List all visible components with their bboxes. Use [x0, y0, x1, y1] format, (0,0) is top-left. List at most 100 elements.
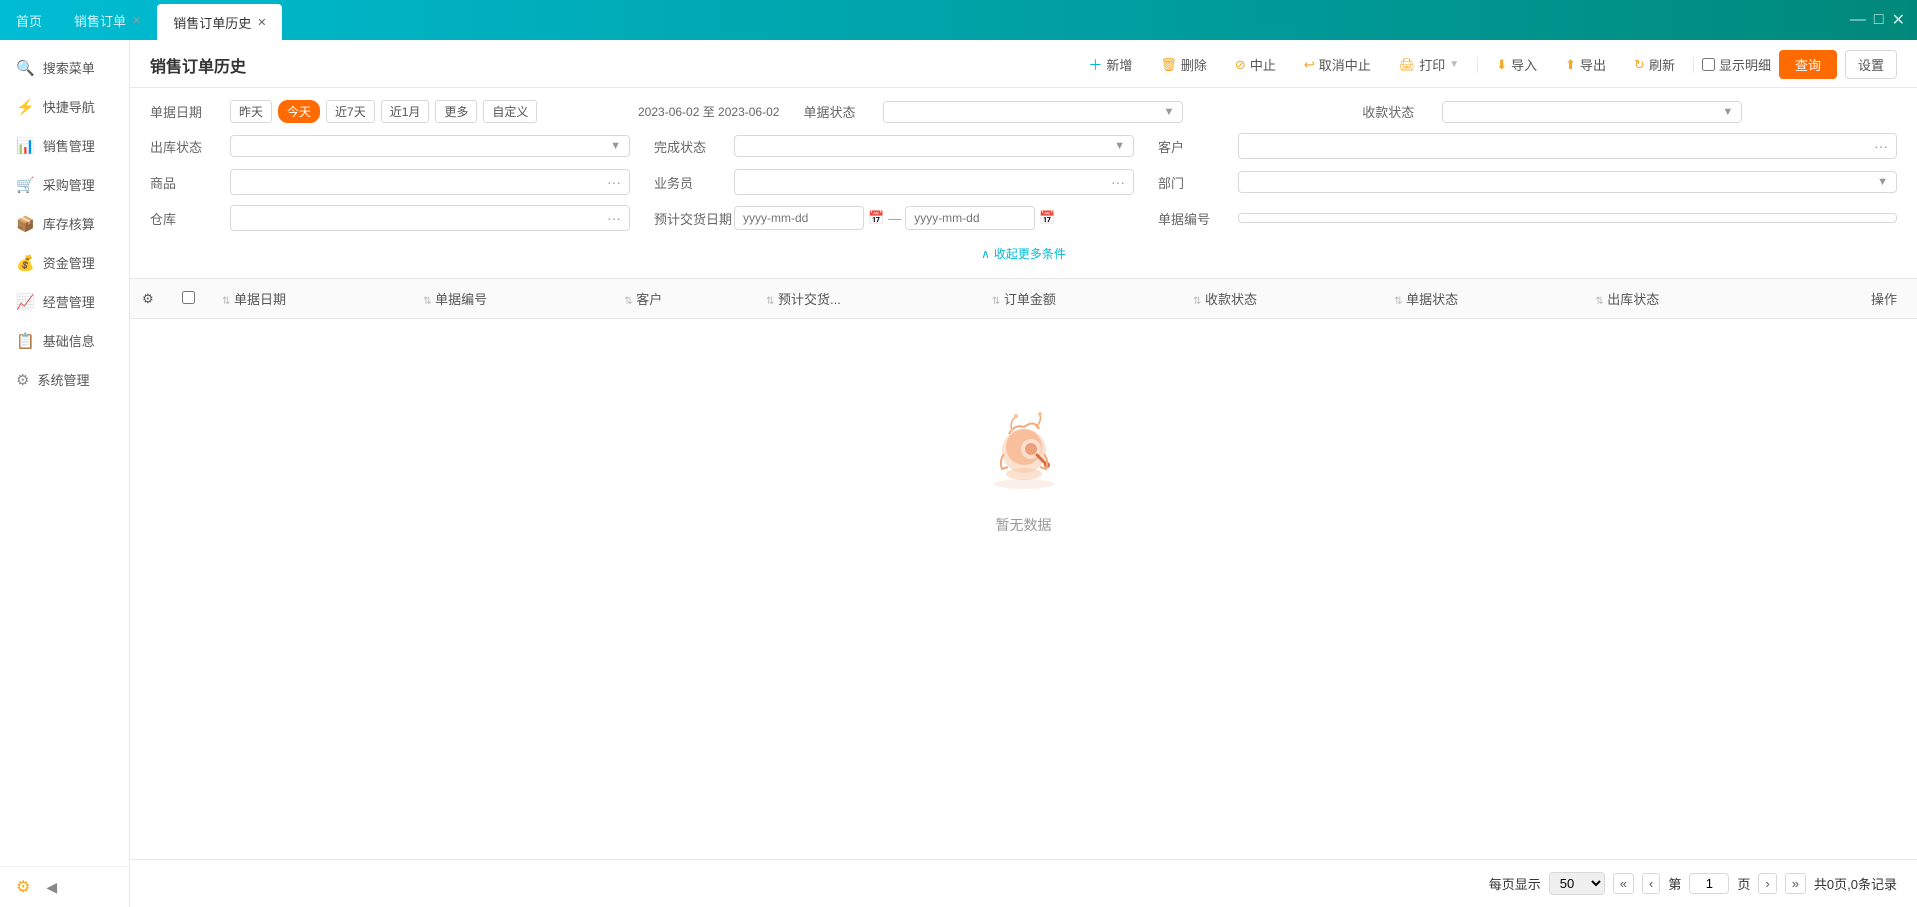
complete-status-select[interactable]: ▼: [734, 135, 1134, 157]
export-button[interactable]: ⬆ 导出: [1555, 51, 1616, 78]
customer-dots-icon: ···: [1874, 138, 1888, 154]
col-check[interactable]: [170, 279, 210, 319]
add-button[interactable]: ＋ 新增: [1078, 51, 1142, 79]
calendar-end-icon[interactable]: 📅: [1039, 210, 1055, 226]
data-table: ⚙ ⇅ 单据日期 ⇅ 单据编号: [130, 279, 1917, 615]
col-order-amount[interactable]: ⇅ 订单金额: [980, 279, 1181, 319]
sidebar-item-basic-info[interactable]: 📋 基础信息: [0, 321, 129, 360]
receipt-status-select[interactable]: ▼: [1442, 101, 1742, 123]
col-customer[interactable]: ⇅ 客户: [612, 279, 754, 319]
out-status-select[interactable]: ▼: [230, 135, 630, 157]
sales-mgmt-icon: 📊: [16, 137, 35, 155]
sidebar-item-operations[interactable]: 📈 经营管理: [0, 282, 129, 321]
sidebar-item-finance[interactable]: 💰 资金管理: [0, 243, 129, 282]
filter-item-date: 单据日期 昨天 今天 近7天 近1月 更多 自定义: [150, 100, 630, 123]
inventory-icon: 📦: [16, 215, 35, 233]
select-all-checkbox[interactable]: [182, 291, 195, 304]
print-chevron-icon: ▼: [1449, 59, 1459, 70]
dept-label: 部门: [1158, 173, 1238, 192]
filter-item-salesperson: 业务员 ···: [654, 169, 1134, 195]
delivery-date-end[interactable]: [905, 206, 1035, 230]
bill-status-select[interactable]: ▼: [883, 101, 1183, 123]
delete-button[interactable]: 🗑 删除: [1150, 51, 1217, 78]
col-action: 操作: [1784, 279, 1917, 319]
sidebar-item-label: 快捷导航: [43, 97, 95, 116]
tab-sales-order[interactable]: 销售订单 ✕: [58, 0, 157, 40]
col-bill-date[interactable]: ⇅ 单据日期: [210, 279, 411, 319]
sidebar-item-system-mgmt[interactable]: ⚙ 系统管理: [0, 360, 129, 399]
collapse-label: 收起更多条件: [994, 245, 1066, 262]
first-page-button[interactable]: «: [1613, 873, 1634, 894]
sidebar-item-inventory[interactable]: 📦 库存核算: [0, 204, 129, 243]
refresh-button[interactable]: ↻ 刷新: [1624, 51, 1685, 78]
table-settings-icon[interactable]: ⚙: [142, 291, 154, 306]
col-bill-number[interactable]: ⇅ 单据编号: [411, 279, 612, 319]
sidebar-item-quick-nav[interactable]: ⚡ 快捷导航: [0, 87, 129, 126]
prev-page-button[interactable]: ‹: [1642, 873, 1660, 894]
filter-row-2: 出库状态 ▼ 完成状态 ▼ 客户: [150, 133, 1897, 159]
print-button[interactable]: 🖨 打印 ▼: [1389, 51, 1469, 78]
tab-home[interactable]: 首页: [0, 0, 58, 40]
page-size-select[interactable]: 50 10 20 100: [1549, 872, 1605, 895]
calendar-start-icon[interactable]: 📅: [868, 210, 884, 226]
col-settings[interactable]: ⚙: [130, 279, 170, 319]
date-btn-today[interactable]: 今天: [278, 100, 320, 123]
customer-input[interactable]: ···: [1238, 133, 1897, 159]
sidebar-collapse-icon[interactable]: ◀: [46, 879, 57, 896]
top-bar-right: — □ ✕: [1838, 10, 1917, 30]
stop-button[interactable]: ⊘ 中止: [1225, 51, 1286, 78]
sidebar-bottom: ⚙ ◀: [0, 866, 129, 907]
query-button[interactable]: 查询: [1779, 50, 1837, 79]
bill-number-input[interactable]: [1238, 213, 1897, 223]
sidebar-item-label: 销售管理: [43, 136, 95, 155]
sort-icon: ⇅: [1193, 296, 1201, 307]
tab-sales-order-close[interactable]: ✕: [132, 14, 141, 27]
add-icon: ＋: [1088, 55, 1102, 75]
cancel-stop-button[interactable]: ↩ 取消中止: [1294, 51, 1381, 78]
date-btn-1month[interactable]: 近1月: [381, 100, 430, 123]
filter-item-customer: 客户 ···: [1158, 133, 1897, 159]
delivery-date-start[interactable]: [734, 206, 864, 230]
show-detail-checkbox[interactable]: [1702, 58, 1715, 71]
date-range-separator: —: [888, 211, 901, 226]
import-button[interactable]: ⬇ 导入: [1486, 51, 1547, 78]
tab-sales-order-history-close[interactable]: ✕: [257, 16, 266, 29]
setting-button[interactable]: 设置: [1845, 50, 1897, 79]
col-out-status[interactable]: ⇅ 出库状态: [1583, 279, 1784, 319]
sidebar-item-purchase-mgmt[interactable]: 🛒 采购管理: [0, 165, 129, 204]
date-btn-yesterday[interactable]: 昨天: [230, 100, 272, 123]
filter-item-bill-number: 单据编号: [1158, 209, 1897, 228]
salesperson-input[interactable]: ···: [734, 169, 1134, 195]
sidebar-item-sales-mgmt[interactable]: 📊 销售管理: [0, 126, 129, 165]
sidebar-item-label: 基础信息: [43, 331, 95, 350]
tab-sales-order-history[interactable]: 销售订单历史 ✕: [157, 4, 282, 40]
salesperson-label: 业务员: [654, 173, 734, 192]
goods-dots-icon: ···: [607, 174, 621, 190]
quick-nav-icon: ⚡: [16, 98, 35, 116]
collapse-bar[interactable]: ∧ 收起更多条件: [150, 241, 1897, 266]
col-delivery-date[interactable]: ⇅ 预计交货...: [754, 279, 980, 319]
window-close-icon[interactable]: ✕: [1892, 10, 1905, 30]
filter-item-bill-status: 单据状态 ▼: [803, 101, 1338, 123]
complete-status-chevron-icon: ▼: [1114, 140, 1125, 152]
next-page-button[interactable]: ›: [1758, 873, 1776, 894]
date-btn-custom[interactable]: 自定义: [483, 100, 537, 123]
sort-icon: ⇅: [423, 296, 431, 307]
dept-select[interactable]: ▼: [1238, 171, 1897, 193]
layout: 🔍 搜索菜单 ⚡ 快捷导航 📊 销售管理 🛒 采购管理 📦 库存核算 💰 资金管…: [0, 40, 1917, 907]
sidebar-settings-icon[interactable]: ⚙: [16, 877, 30, 897]
window-maximize-icon[interactable]: □: [1874, 11, 1884, 29]
date-btn-more[interactable]: 更多: [435, 100, 477, 123]
date-btn-7days[interactable]: 近7天: [326, 100, 375, 123]
sidebar-item-search-menu[interactable]: 🔍 搜索菜单: [0, 48, 129, 87]
col-bill-status[interactable]: ⇅ 单据状态: [1382, 279, 1583, 319]
dept-chevron-icon: ▼: [1877, 176, 1888, 188]
page-number-input[interactable]: [1689, 873, 1729, 894]
stop-icon: ⊘: [1235, 57, 1246, 73]
show-detail-checkbox-label[interactable]: 显示明细: [1702, 55, 1771, 74]
window-minimize-icon[interactable]: —: [1850, 11, 1866, 29]
col-receipt-status[interactable]: ⇅ 收款状态: [1181, 279, 1382, 319]
goods-input[interactable]: ···: [230, 169, 630, 195]
last-page-button[interactable]: »: [1785, 873, 1806, 894]
warehouse-input[interactable]: ···: [230, 205, 630, 231]
